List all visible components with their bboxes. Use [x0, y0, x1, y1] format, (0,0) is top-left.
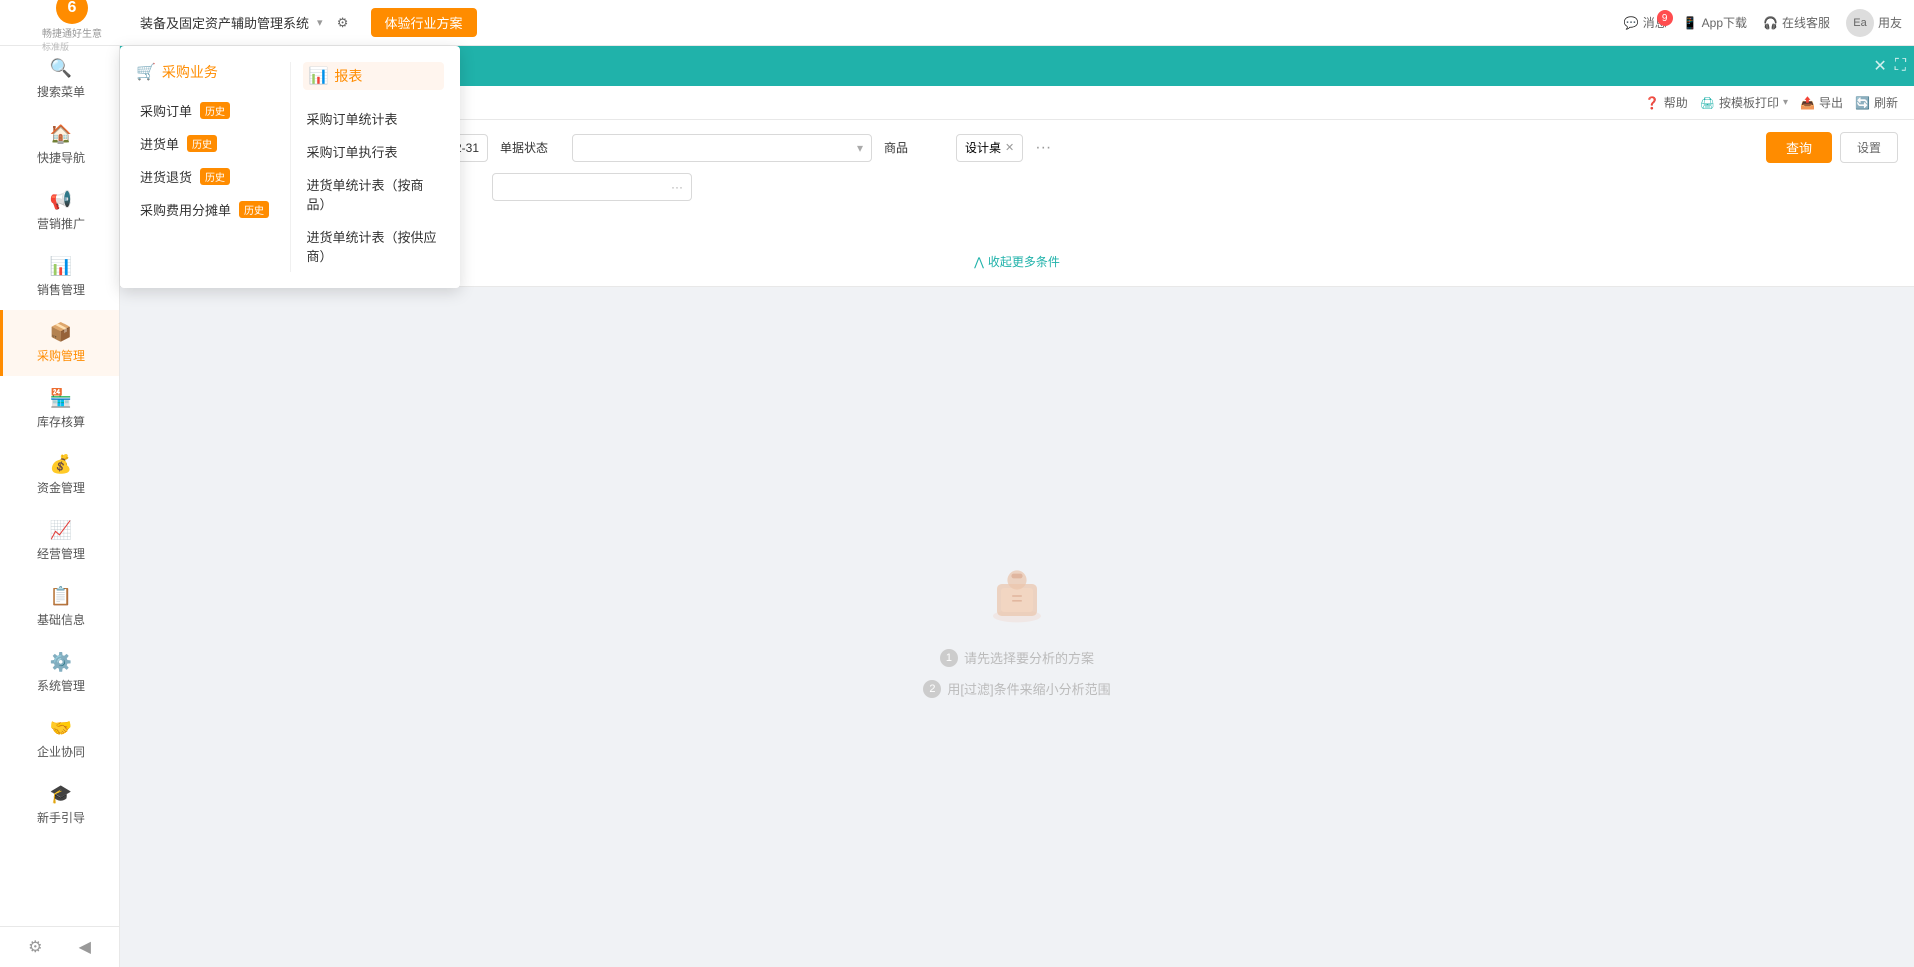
sidebar-bottom: ⚙ ◀: [0, 926, 119, 967]
empty-illustration: [977, 556, 1057, 636]
print-icon: 🖨: [1700, 96, 1715, 110]
empty-state: 1 请先选择要分析的方案 2 用[过滤]条件来缩小分析范围: [120, 287, 1914, 967]
header-right: 💬 消息 9 📱 App下载 🎧 在线客服 Ea 用友: [1624, 9, 1902, 37]
salesperson-dots-icon: ···: [671, 180, 683, 194]
notification-btn[interactable]: 💬 消息 9: [1624, 14, 1667, 31]
help-icon: ❓: [1645, 96, 1660, 110]
sidebar-item-base[interactable]: 📋 基础信息: [0, 574, 119, 640]
sidebar-item-quick-nav[interactable]: 🏠 快捷导航: [0, 112, 119, 178]
goods-more-btn[interactable]: ···: [1035, 139, 1051, 157]
dropdown-purchase-col: 🛒 采购业务 采购订单 历史 进货单 历史 进货退货 历史 采购费用分摊单 历史: [136, 62, 278, 272]
sidebar-settings-btn[interactable]: ⚙: [28, 937, 42, 957]
system-title: 装备及固定资产辅助管理系统: [140, 13, 309, 32]
sidebar-item-purchase[interactable]: 📦 采购管理: [0, 310, 119, 376]
history-badge-2: 历史: [187, 135, 217, 152]
purchase-title-icon: 🛒: [136, 62, 156, 82]
dropdown-report-col: 📊 报表 采购订单统计表 采购订单执行表 进货单统计表（按商品） 进货单统计表（…: [303, 62, 445, 272]
sidebar-item-marketing[interactable]: 📢 营销推广: [0, 178, 119, 244]
dropdown-item-goods-return[interactable]: 进货退货 历史: [136, 160, 278, 193]
sidebar-item-search[interactable]: 🔍 搜索菜单: [0, 46, 119, 112]
sales-icon: 📊: [50, 256, 72, 277]
report-title-icon: 📊: [309, 66, 329, 86]
dropdown-item-purchase-order[interactable]: 采购订单 历史: [136, 94, 278, 127]
logo-area: 6 畅捷通好生意 标准版: [12, 0, 132, 53]
top-header: 6 畅捷通好生意 标准版 装备及固定资产辅助管理系统 ▾ ⚙ 体验行业方案 💬 …: [0, 0, 1914, 46]
app-download-btn[interactable]: 📱 App下载: [1683, 14, 1747, 31]
dropdown-item-purchase-order-exec[interactable]: 采购订单执行表: [303, 135, 445, 168]
dropdown-item-goods-order[interactable]: 进货单 历史: [136, 127, 278, 160]
history-badge-4: 历史: [239, 201, 269, 218]
empty-hint-1: 1 请先选择要分析的方案: [940, 648, 1094, 667]
dropdown-purchase-title: 🛒 采购业务: [136, 62, 278, 82]
dropdown-report-title: 📊 报表: [303, 62, 445, 90]
select-arrow-icon: ▾: [857, 141, 863, 155]
sidebar-item-inventory[interactable]: 🏪 库存核算: [0, 376, 119, 442]
tab-bar-right: ✕ ⛶: [1873, 46, 1914, 86]
dropdown-item-goods-stat-by-supplier[interactable]: 进货单统计表（按供应商）: [303, 220, 445, 272]
sidebar-item-operations[interactable]: 📈 经营管理: [0, 508, 119, 574]
headset-icon: 🎧: [1763, 16, 1778, 30]
settings-icon[interactable]: ⚙: [331, 11, 355, 35]
dropdown-item-purchase-order-stat[interactable]: 采购订单统计表: [303, 102, 445, 135]
tab-close-all-icon[interactable]: ✕: [1873, 56, 1886, 76]
set-btn[interactable]: 设置: [1840, 132, 1898, 163]
sidebar-item-capital[interactable]: 💰 资金管理: [0, 442, 119, 508]
empty-hint-2: 2 用[过滤]条件来缩小分析范围: [923, 679, 1110, 698]
operations-icon: 📈: [50, 520, 72, 541]
sidebar-collapse-btn[interactable]: ◀: [79, 937, 91, 957]
doc-status-label: 单据状态: [500, 139, 560, 156]
collapse-up-icon: ⋀: [974, 255, 984, 269]
inventory-icon: 🏪: [50, 388, 72, 409]
logo-text: 畅捷通好生意 标准版: [42, 25, 102, 53]
search-btn[interactable]: 查询: [1766, 132, 1832, 163]
doc-status-select[interactable]: ▾: [572, 134, 872, 162]
help-btn[interactable]: ❓ 帮助: [1645, 94, 1688, 111]
industry-btn[interactable]: 体验行业方案: [371, 8, 477, 37]
dropdown-arrow-icon[interactable]: ▾: [317, 16, 323, 29]
purchase-dropdown-menu: 🛒 采购业务 采购订单 历史 进货单 历史 进货退货 历史 采购费用分摊单 历史…: [120, 46, 460, 288]
notification-badge: 9: [1657, 10, 1673, 26]
refresh-btn[interactable]: 🔄 刷新: [1855, 94, 1898, 111]
avatar: Ea: [1846, 9, 1874, 37]
dropdown-item-goods-stat-by-goods[interactable]: 进货单统计表（按商品）: [303, 168, 445, 220]
notification-icon: 💬: [1624, 16, 1639, 30]
online-service-btn[interactable]: 🎧 在线客服: [1763, 14, 1830, 31]
refresh-icon: 🔄: [1855, 96, 1870, 110]
sidebar: 🔍 搜索菜单 🏠 快捷导航 📢 营销推广 📊 销售管理 📦 采购管理 🏪 库存核…: [0, 46, 120, 967]
history-badge-3: 历史: [200, 168, 230, 185]
export-btn[interactable]: 📤 导出: [1800, 94, 1843, 111]
sidebar-item-system[interactable]: ⚙️ 系统管理: [0, 640, 119, 706]
search-icon: 🔍: [50, 58, 72, 79]
sidebar-item-newbie[interactable]: 🎓 新手引导: [0, 772, 119, 838]
goods-tag[interactable]: 设计桌 ✕: [956, 134, 1023, 162]
goods-tag-close-icon[interactable]: ✕: [1005, 141, 1014, 154]
sidebar-item-sales[interactable]: 📊 销售管理: [0, 244, 119, 310]
newbie-icon: 🎓: [50, 784, 72, 805]
print-dropdown-icon[interactable]: ▾: [1783, 97, 1788, 108]
collapse-btn[interactable]: ⋀ 收起更多条件: [974, 253, 1060, 270]
tab-expand-icon[interactable]: ⛶: [1895, 57, 1906, 75]
logo-icon: 6: [56, 0, 88, 24]
enterprise-icon: 🤝: [50, 718, 72, 739]
dropdown-item-purchase-expense[interactable]: 采购费用分摊单 历史: [136, 193, 278, 226]
goods-label: 商品: [884, 139, 944, 156]
system-title-area: 装备及固定资产辅助管理系统 ▾ ⚙ 体验行业方案: [132, 8, 1624, 37]
purchase-icon: 📦: [50, 322, 72, 343]
export-icon: 📤: [1800, 96, 1815, 110]
print-btn[interactable]: 🖨 按模板打印 ▾: [1700, 94, 1788, 111]
base-icon: 📋: [50, 586, 72, 607]
capital-icon: 💰: [50, 454, 72, 475]
phone-icon: 📱: [1683, 16, 1698, 30]
sidebar-item-enterprise[interactable]: 🤝 企业协同: [0, 706, 119, 772]
user-btn[interactable]: Ea 用友: [1846, 9, 1902, 37]
dropdown-divider: [290, 62, 291, 272]
system-icon: ⚙️: [50, 652, 72, 673]
marketing-icon: 📢: [50, 190, 72, 211]
home-icon: 🏠: [50, 124, 72, 145]
history-badge-1: 历史: [200, 102, 230, 119]
salesperson-select[interactable]: ···: [492, 173, 692, 201]
